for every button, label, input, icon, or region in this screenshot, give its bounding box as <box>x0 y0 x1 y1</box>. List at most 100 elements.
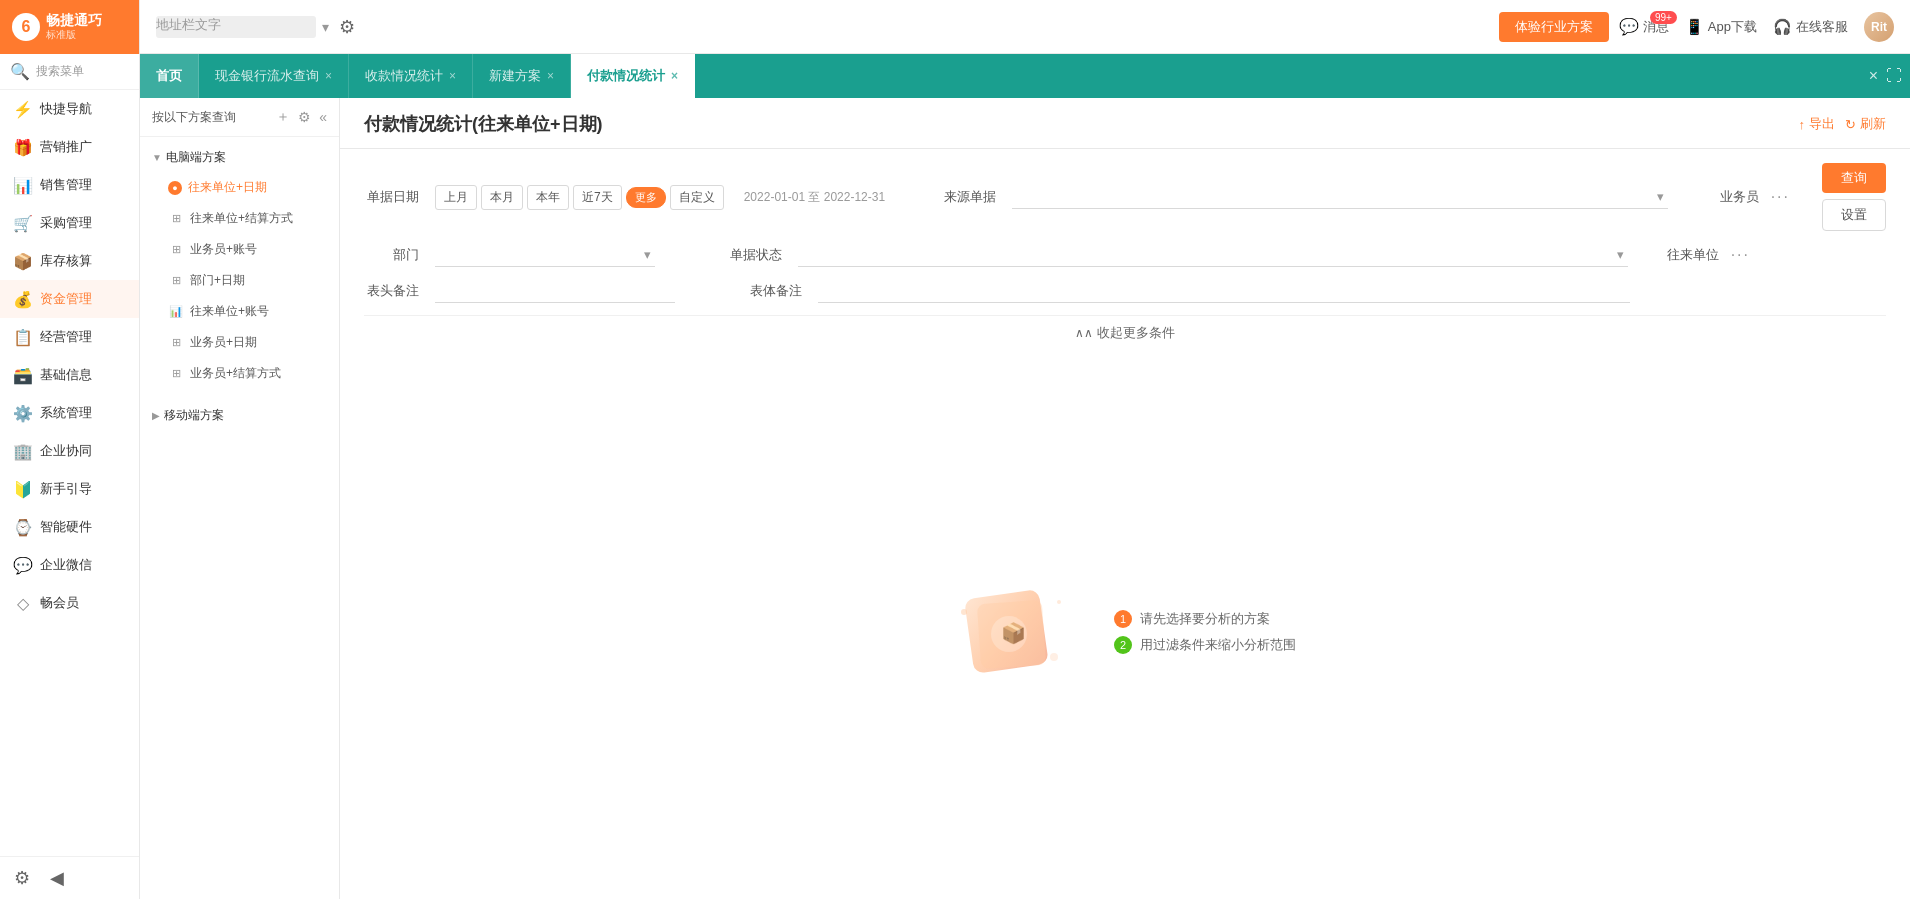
topbar-actions: 💬 消息 99+ 📱 App下载 🎧 在线客服 Rit <box>1619 12 1894 42</box>
sales-icon: 📊 <box>14 176 32 194</box>
scheme-item-dept-date[interactable]: ⊞ 部门+日期 <box>140 265 339 296</box>
sidebar-item-enterprise[interactable]: 🏢 企业协同 <box>0 432 139 470</box>
tab-payment[interactable]: 付款情况统计 × <box>571 54 695 98</box>
basic-info-icon: 🗃️ <box>14 366 32 384</box>
sidebar-item-label: 新手引导 <box>40 480 92 498</box>
date-btn-this-month[interactable]: 本月 <box>481 185 523 210</box>
date-btn-last-month[interactable]: 上月 <box>435 185 477 210</box>
pc-scheme-label: 电脑端方案 <box>166 149 226 166</box>
app-logo: 6 畅捷通巧 标准版 <box>0 0 139 54</box>
date-btn-custom[interactable]: 自定义 <box>670 185 724 210</box>
page-actions: ↑ 导出 ↻ 刷新 <box>1799 115 1887 133</box>
sidebar-item-quick-nav[interactable]: ⚡ 快捷导航 <box>0 90 139 128</box>
wechat-icon: 💬 <box>14 556 32 574</box>
marketing-icon: 🎁 <box>14 138 32 156</box>
tab-new-scheme[interactable]: 新建方案 × <box>473 54 571 98</box>
filter-row-2: 部门 ▾ 单据状态 ▾ 往来单位 ··· <box>364 243 1886 267</box>
mobile-scheme-title[interactable]: ▶ 移动端方案 <box>140 401 339 430</box>
scheme-item-staff-account[interactable]: ⊞ 业务员+账号 <box>140 234 339 265</box>
scheme-item-staff-date[interactable]: ⊞ 业务员+日期 <box>140 327 339 358</box>
staff-dots[interactable]: ··· <box>1771 188 1790 206</box>
staff-date-icon: ⊞ <box>168 335 184 351</box>
tab-maximize-icon[interactable]: ⛶ <box>1886 67 1902 85</box>
address-bar[interactable]: 地址栏文字 ▾ <box>156 16 329 38</box>
sidebar-item-label: 库存核算 <box>40 252 92 270</box>
collapse-label: 收起更多条件 <box>1097 324 1175 342</box>
customer-service-action[interactable]: 🎧 在线客服 <box>1773 18 1848 36</box>
pc-scheme-title[interactable]: ▼ 电脑端方案 <box>140 143 339 172</box>
guide-icon: 🔰 <box>14 480 32 498</box>
export-button[interactable]: ↑ 导出 <box>1799 115 1836 133</box>
scheme-settings-icon[interactable]: ⚙ <box>298 109 311 125</box>
sidebar-item-system[interactable]: ⚙️ 系统管理 <box>0 394 139 432</box>
doc-status-group: 单据状态 ▾ <box>727 243 1628 267</box>
date-btn-more[interactable]: 更多 <box>626 187 666 208</box>
filter-area: 单据日期 上月 本月 本年 近7天 更多 自定义 2022-01-01 至 20… <box>340 149 1910 364</box>
scheme-item-unit-settle[interactable]: ⊞ 往来单位+结算方式 <box>140 203 339 234</box>
sidebar-item-inventory[interactable]: 📦 库存核算 <box>0 242 139 280</box>
sidebar-item-label: 企业协同 <box>40 442 92 460</box>
unit-label: 往来单位 <box>1664 246 1719 264</box>
notification-action[interactable]: 💬 消息 99+ <box>1619 17 1669 36</box>
doc-status-select[interactable]: ▾ <box>798 243 1628 267</box>
unit-settle-icon: ⊞ <box>168 211 184 227</box>
sidebar-item-basic-info[interactable]: 🗃️ 基础信息 <box>0 356 139 394</box>
collapse-more-button[interactable]: ∧∧ 收起更多条件 <box>364 315 1886 350</box>
collapse-sidebar-icon[interactable]: ◀ <box>50 867 64 889</box>
date-btn-this-year[interactable]: 本年 <box>527 185 569 210</box>
sidebar-item-purchase[interactable]: 🛒 采购管理 <box>0 204 139 242</box>
tip-num-2: 2 <box>1114 636 1132 654</box>
tab-new-scheme-close-icon[interactable]: × <box>547 69 554 83</box>
source-select[interactable]: ▾ <box>1012 185 1668 209</box>
dept-select[interactable]: ▾ <box>435 243 655 267</box>
scheme-item-label: 部门+日期 <box>190 272 245 289</box>
sidebar-item-operation[interactable]: 📋 经营管理 <box>0 318 139 356</box>
tab-bank[interactable]: 现金银行流水查询 × <box>199 54 349 98</box>
user-avatar[interactable]: Rit <box>1864 12 1894 42</box>
scheme-item-unit-account[interactable]: 📊 往来单位+账号 <box>140 296 339 327</box>
scheme-item-label: 业务员+结算方式 <box>190 365 281 382</box>
query-button[interactable]: 查询 <box>1822 163 1886 193</box>
scheme-item-unit-date[interactable]: ● 往来单位+日期 <box>140 172 339 203</box>
sidebar-search[interactable]: 🔍 搜索菜单 <box>0 54 139 90</box>
tab-bank-close-icon[interactable]: × <box>325 69 332 83</box>
tab-payment-close-icon[interactable]: × <box>671 69 678 83</box>
settings-bottom-icon[interactable]: ⚙ <box>14 867 30 889</box>
trial-button[interactable]: 体验行业方案 <box>1499 12 1609 42</box>
sidebar-item-hardware[interactable]: ⌚ 智能硬件 <box>0 508 139 546</box>
address-dropdown-icon[interactable]: ▾ <box>322 19 329 35</box>
body-note-label: 表体备注 <box>747 282 802 300</box>
sidebar-item-marketing[interactable]: 🎁 营销推广 <box>0 128 139 166</box>
header-note-input[interactable] <box>435 279 675 303</box>
app-download-action[interactable]: 📱 App下载 <box>1685 18 1757 36</box>
unit-dots[interactable]: ··· <box>1731 246 1750 264</box>
tab-home[interactable]: 首页 <box>140 54 199 98</box>
scheme-item-staff-settle[interactable]: ⊞ 业务员+结算方式 <box>140 358 339 389</box>
setting-button[interactable]: 设置 <box>1822 199 1886 231</box>
empty-tip-1: 1 请先选择要分析的方案 <box>1114 610 1296 628</box>
sidebar-item-label: 快捷导航 <box>40 100 92 118</box>
sidebar-item-member[interactable]: ◇ 畅会员 <box>0 584 139 622</box>
body-note-input[interactable] <box>818 279 1630 303</box>
operation-icon: 📋 <box>14 328 32 346</box>
tab-close-all-icon[interactable]: × <box>1869 67 1878 85</box>
date-range-text: 2022-01-01 至 2022-12-31 <box>744 189 885 206</box>
collapse-up-icon: ∧∧ <box>1075 326 1093 340</box>
tip-text-2: 用过滤条件来缩小分析范围 <box>1140 636 1296 654</box>
collapse-panel-icon[interactable]: « <box>319 109 327 125</box>
sidebar-item-capital[interactable]: 💰 资金管理 <box>0 280 139 318</box>
tab-receipts[interactable]: 收款情况统计 × <box>349 54 473 98</box>
sidebar-item-sales[interactable]: 📊 销售管理 <box>0 166 139 204</box>
sidebar-item-wechat[interactable]: 💬 企业微信 <box>0 546 139 584</box>
topbar-gear-icon[interactable]: ⚙ <box>339 16 355 38</box>
refresh-button[interactable]: ↻ 刷新 <box>1845 115 1886 133</box>
add-scheme-icon[interactable]: ＋ <box>276 108 290 126</box>
svg-point-4 <box>961 609 967 615</box>
date-btn-7days[interactable]: 近7天 <box>573 185 622 210</box>
avatar-text: Rit <box>1871 20 1887 34</box>
svg-point-6 <box>1050 653 1058 661</box>
logo-icon: 6 <box>12 13 40 41</box>
scheme-item-label: 业务员+日期 <box>190 334 257 351</box>
sidebar-item-guide[interactable]: 🔰 新手引导 <box>0 470 139 508</box>
tab-receipts-close-icon[interactable]: × <box>449 69 456 83</box>
